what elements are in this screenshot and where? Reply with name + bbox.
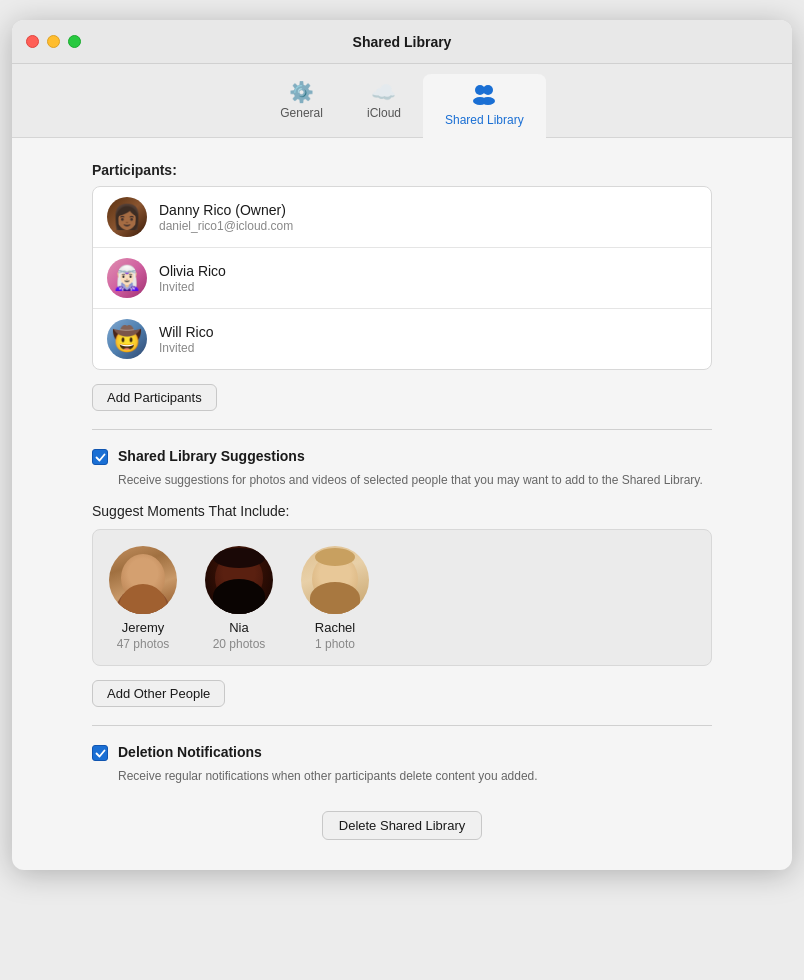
person-avatar-nia <box>205 546 273 614</box>
person-count-jeremy: 47 photos <box>117 637 170 651</box>
person-name-rachel: Rachel <box>315 620 355 635</box>
participant-info-danny: Danny Rico (Owner) daniel_rico1@icloud.c… <box>159 202 293 233</box>
suggest-moments-box: Jeremy 47 photos Nia 20 photos <box>92 529 712 666</box>
tab-shared-library-label: Shared Library <box>445 113 524 127</box>
deletion-checkbox-label: Deletion Notifications <box>118 744 262 760</box>
divider-2 <box>92 725 712 726</box>
gear-icon: ⚙️ <box>289 82 314 102</box>
add-other-people-button[interactable]: Add Other People <box>92 680 225 707</box>
minimize-button[interactable] <box>47 35 60 48</box>
svg-point-1 <box>483 85 493 95</box>
participant-info-olivia: Olivia Rico Invited <box>159 263 226 294</box>
suggest-moments-label: Suggest Moments That Include: <box>92 503 712 519</box>
participant-name-danny: Danny Rico (Owner) <box>159 202 293 218</box>
tabs-bar: ⚙️ General ☁️ iCloud Shared Library <box>12 64 792 138</box>
tab-shared-library[interactable]: Shared Library <box>423 74 546 137</box>
person-avatar-rachel <box>301 546 369 614</box>
avatar-olivia: 🧝🏻‍♀️ <box>107 258 147 298</box>
participant-info-will: Will Rico Invited <box>159 324 213 355</box>
content-area: Participants: 👩🏾 Danny Rico (Owner) dani… <box>12 138 792 870</box>
tab-icloud[interactable]: ☁️ iCloud <box>345 74 423 137</box>
person-count-nia: 20 photos <box>213 637 266 651</box>
avatar-will: 🤠 <box>107 319 147 359</box>
window-title: Shared Library <box>353 34 452 50</box>
shared-library-icon <box>470 82 498 109</box>
deletion-description: Receive regular notifications when other… <box>118 767 712 785</box>
participant-status-will: Invited <box>159 341 213 355</box>
close-button[interactable] <box>26 35 39 48</box>
person-card-rachel[interactable]: Rachel 1 photo <box>301 546 369 651</box>
participants-box: 👩🏾 Danny Rico (Owner) daniel_rico1@iclou… <box>92 186 712 370</box>
maximize-button[interactable] <box>68 35 81 48</box>
delete-shared-library-button[interactable]: Delete Shared Library <box>322 811 482 840</box>
add-participants-button[interactable]: Add Participants <box>92 384 217 411</box>
person-avatar-jeremy <box>109 546 177 614</box>
person-card-nia[interactable]: Nia 20 photos <box>205 546 273 651</box>
participant-row-olivia: 🧝🏻‍♀️ Olivia Rico Invited <box>93 248 711 309</box>
deletion-checkbox-row: Deletion Notifications <box>92 744 712 761</box>
participant-row-will: 🤠 Will Rico Invited <box>93 309 711 369</box>
svg-point-3 <box>481 97 495 105</box>
suggestions-checkbox[interactable] <box>92 449 108 465</box>
person-count-rachel: 1 photo <box>315 637 355 651</box>
traffic-lights <box>26 35 81 48</box>
titlebar: Shared Library <box>12 20 792 64</box>
divider-1 <box>92 429 712 430</box>
participants-label: Participants: <box>92 162 712 178</box>
tab-general-label: General <box>280 106 323 120</box>
deletion-checkbox[interactable] <box>92 745 108 761</box>
avatar-danny: 👩🏾 <box>107 197 147 237</box>
participant-name-will: Will Rico <box>159 324 213 340</box>
suggestions-description: Receive suggestions for photos and video… <box>118 471 712 489</box>
tab-general[interactable]: ⚙️ General <box>258 74 345 137</box>
person-name-jeremy: Jeremy <box>122 620 165 635</box>
participant-row-danny: 👩🏾 Danny Rico (Owner) daniel_rico1@iclou… <box>93 187 711 248</box>
person-card-jeremy[interactable]: Jeremy 47 photos <box>109 546 177 651</box>
participant-status-olivia: Invited <box>159 280 226 294</box>
participant-name-olivia: Olivia Rico <box>159 263 226 279</box>
main-window: Shared Library ⚙️ General ☁️ iCloud Shar… <box>12 20 792 870</box>
tab-icloud-label: iCloud <box>367 106 401 120</box>
suggestions-checkbox-label: Shared Library Suggestions <box>118 448 305 464</box>
person-name-nia: Nia <box>229 620 249 635</box>
participant-detail-danny: daniel_rico1@icloud.com <box>159 219 293 233</box>
cloud-icon: ☁️ <box>371 82 396 102</box>
suggestions-checkbox-row: Shared Library Suggestions <box>92 448 712 465</box>
